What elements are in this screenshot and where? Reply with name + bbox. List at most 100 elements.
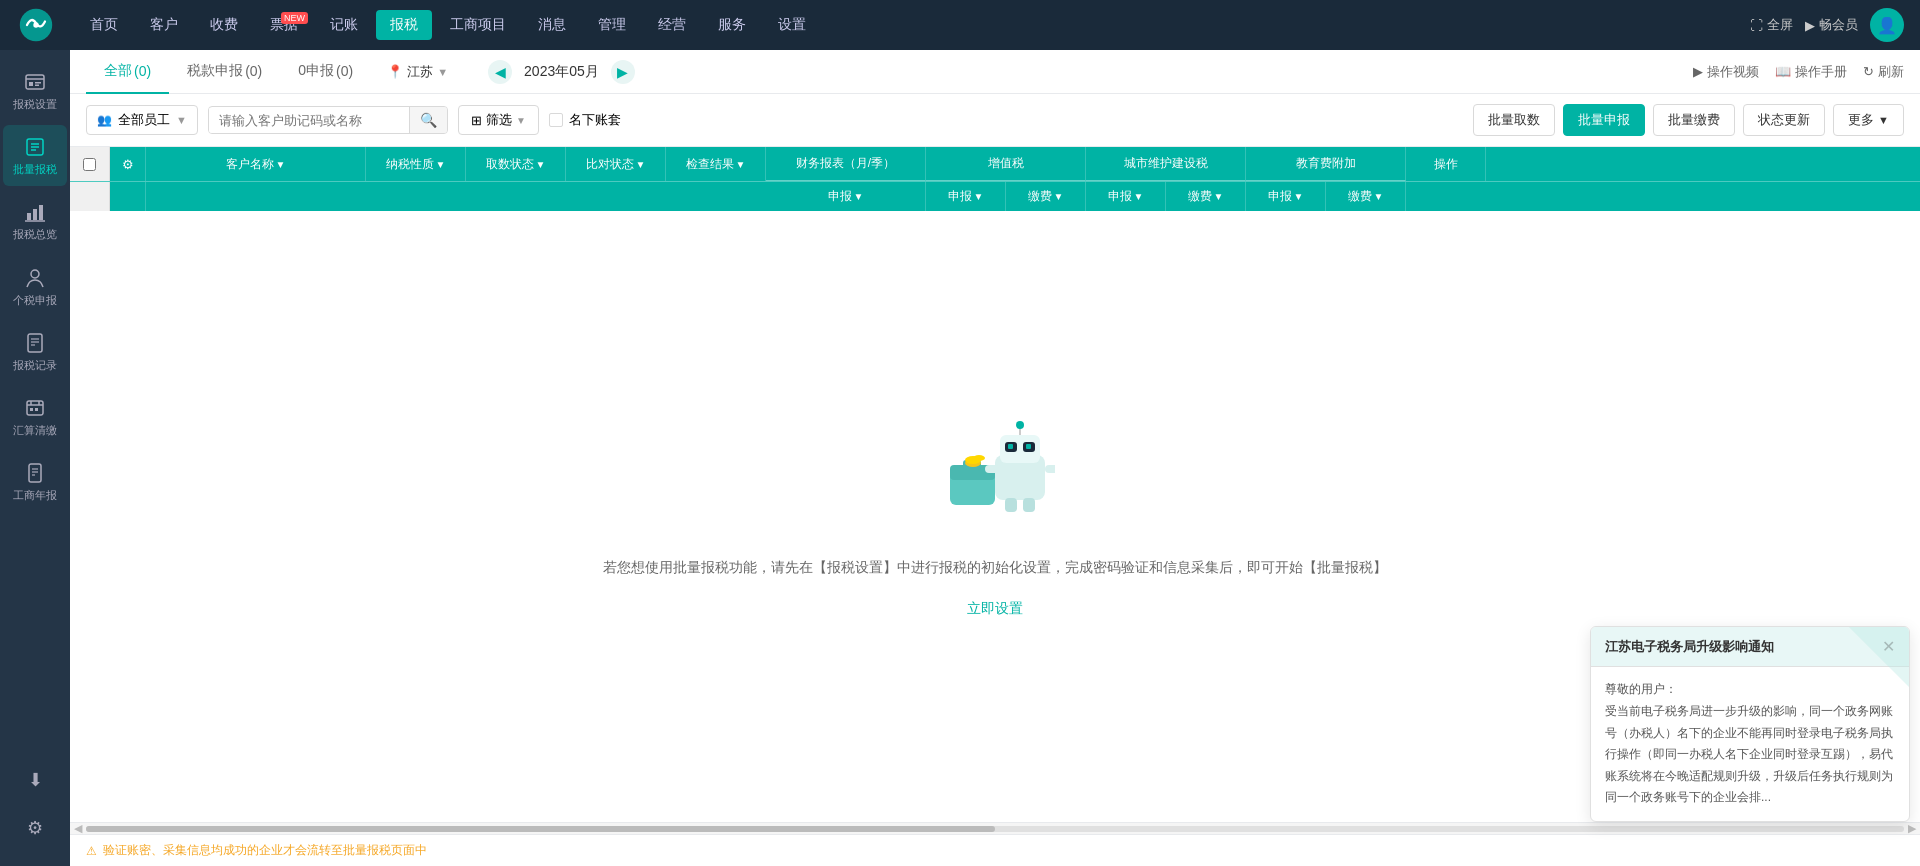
member-icon: ▶ — [1805, 18, 1815, 33]
warning-icon: ⚠ — [86, 844, 97, 858]
filter-icon[interactable]: ▼ — [436, 159, 446, 170]
personal-tax-icon — [23, 266, 47, 290]
filter-icon[interactable]: ▼ — [1134, 191, 1144, 202]
member-button[interactable]: ▶ 畅会员 — [1805, 16, 1858, 34]
filter-button[interactable]: ⊞ 筛选 ▼ — [458, 105, 539, 135]
bottom-bar: ⚠ 验证账密、采集信息均成功的企业才会流转至批量报税页面中 — [70, 834, 1920, 866]
filter-icon[interactable]: ▼ — [1294, 191, 1304, 202]
filter-icon[interactable]: ▼ — [1214, 191, 1224, 202]
nav-operations[interactable]: 经营 — [644, 10, 700, 40]
sidebar-item-annual-settlement[interactable]: 汇算清缴 — [3, 386, 67, 447]
user-avatar[interactable]: 👤 — [1870, 8, 1904, 42]
checkbox-icon[interactable] — [549, 113, 563, 127]
sub-th-vat-pay: 缴费 ▼ — [1006, 182, 1086, 211]
svg-rect-25 — [35, 408, 38, 411]
select-all-checkbox[interactable] — [83, 158, 96, 171]
tab-zero-declare[interactable]: 0申报(0) — [280, 50, 371, 94]
nav-customer[interactable]: 客户 — [136, 10, 192, 40]
nav-management[interactable]: 管理 — [584, 10, 640, 40]
svg-rect-45 — [1045, 465, 1055, 473]
chevron-down-icon: ▼ — [1878, 114, 1889, 126]
setup-link[interactable]: 立即设置 — [967, 600, 1023, 618]
main-layout: 报税设置 批量报税 报税总览 — [0, 50, 1920, 866]
search-button[interactable]: 🔍 — [409, 107, 447, 133]
svg-rect-16 — [28, 334, 42, 352]
sidebar-item-tax-records[interactable]: 报税记录 — [3, 321, 67, 382]
sub-th-spacer2 — [110, 182, 146, 211]
tax-settings-icon — [23, 70, 47, 94]
more-button[interactable]: 更多 ▼ — [1833, 104, 1904, 136]
sidebar-label-tax-overview: 报税总览 — [13, 228, 57, 241]
th-tax-type: 纳税性质 ▼ — [366, 147, 466, 181]
sidebar-item-tax-settings[interactable]: 报税设置 — [3, 60, 67, 121]
svg-rect-47 — [1023, 498, 1035, 512]
nav-home[interactable]: 首页 — [76, 10, 132, 40]
prev-month-button[interactable]: ◀ — [488, 60, 512, 84]
sub-th-spacer3 — [146, 182, 366, 211]
nav-fees[interactable]: 收费 — [196, 10, 252, 40]
batch-declare-button[interactable]: 批量申报 — [1563, 104, 1645, 136]
filter-icon[interactable]: ▼ — [736, 159, 746, 170]
sidebar-download[interactable]: ⬇ — [3, 758, 67, 802]
region-selector[interactable]: 📍 江苏 ▼ — [387, 63, 448, 81]
refresh-icon: ↻ — [1863, 64, 1874, 79]
date-display: 2023年05月 — [524, 63, 599, 81]
nav-bookkeeping[interactable]: 记账 — [316, 10, 372, 40]
filter-icon[interactable]: ▼ — [276, 159, 286, 170]
sub-th-edu-pay: 缴费 ▼ — [1326, 182, 1406, 211]
filter-icon[interactable]: ▼ — [1054, 191, 1064, 202]
th-gear[interactable]: ⚙ — [110, 147, 146, 181]
download-icon: ⬇ — [23, 768, 47, 792]
nav-service[interactable]: 服务 — [704, 10, 760, 40]
config-icon: ⚙ — [23, 816, 47, 840]
sidebar-item-personal-tax[interactable]: 个税申报 — [3, 256, 67, 317]
operation-manual-btn[interactable]: 📖 操作手册 — [1775, 63, 1847, 81]
filter-icon[interactable]: ▼ — [974, 191, 984, 202]
nav-settings[interactable]: 设置 — [764, 10, 820, 40]
status-update-button[interactable]: 状态更新 — [1743, 104, 1825, 136]
sidebar-label-tax-settings: 报税设置 — [13, 98, 57, 111]
horizontal-scrollbar[interactable]: ◀ ▶ — [70, 822, 1920, 834]
sidebar-bottom: ⬇ ⚙ — [0, 758, 70, 866]
top-navigation: 首页 客户 收费 票据 NEW 记账 报税 工商项目 消息 管理 经营 服务 设… — [0, 0, 1920, 50]
sidebar-item-annual-report[interactable]: 工商年报 — [3, 451, 67, 512]
refresh-button[interactable]: ↻ 刷新 — [1863, 63, 1904, 81]
sidebar-item-batch-tax[interactable]: 批量报税 — [3, 125, 67, 186]
chevron-down-icon: ▼ — [437, 66, 448, 78]
tab-tax-declare[interactable]: 税款申报(0) — [169, 50, 280, 94]
filter-icon[interactable]: ▼ — [1374, 191, 1384, 202]
search-input[interactable] — [209, 108, 409, 133]
svg-rect-12 — [33, 209, 37, 220]
sidebar-item-tax-overview[interactable]: 报税总览 — [3, 190, 67, 251]
sub-th-ops — [1406, 182, 1486, 211]
filter-icon[interactable]: ▼ — [854, 191, 864, 202]
account-checkbox-label[interactable]: 名下账套 — [549, 111, 621, 129]
th-operations: 操作 — [1406, 147, 1486, 181]
svg-rect-5 — [35, 82, 41, 84]
svg-rect-40 — [1008, 444, 1013, 449]
robot-image — [935, 415, 1055, 535]
batch-fetch-button[interactable]: 批量取数 — [1473, 104, 1555, 136]
app-logo[interactable] — [16, 5, 56, 45]
nav-business[interactable]: 工商项目 — [436, 10, 520, 40]
tax-records-icon — [23, 331, 47, 355]
filter-icon[interactable]: ▼ — [636, 159, 646, 170]
sub-th-spacer4 — [366, 182, 466, 211]
tab-bar: 全部(0) 税款申报(0) 0申报(0) 📍 江苏 ▼ ◀ 2023年05月 ▶ — [70, 50, 1920, 94]
region-icon: 📍 — [387, 64, 403, 79]
nav-invoice[interactable]: 票据 NEW — [256, 10, 312, 40]
sub-th-vat-declare: 申报 ▼ — [926, 182, 1006, 211]
next-month-button[interactable]: ▶ — [611, 60, 635, 84]
svg-rect-11 — [27, 213, 31, 220]
fullscreen-button[interactable]: ⛶ 全屏 — [1750, 16, 1793, 34]
employee-select[interactable]: 👥 全部员工 ▼ — [86, 105, 198, 135]
toolbar: 👥 全部员工 ▼ 🔍 ⊞ 筛选 ▼ 名下账套 批 — [70, 94, 1920, 147]
operation-video-btn[interactable]: ▶ 操作视频 — [1693, 63, 1759, 81]
sub-th-spacer7 — [666, 182, 766, 211]
sidebar-config[interactable]: ⚙ — [3, 806, 67, 850]
nav-tax[interactable]: 报税 — [376, 10, 432, 40]
filter-icon[interactable]: ▼ — [536, 159, 546, 170]
batch-pay-button[interactable]: 批量缴费 — [1653, 104, 1735, 136]
nav-messages[interactable]: 消息 — [524, 10, 580, 40]
tab-all[interactable]: 全部(0) — [86, 50, 169, 94]
